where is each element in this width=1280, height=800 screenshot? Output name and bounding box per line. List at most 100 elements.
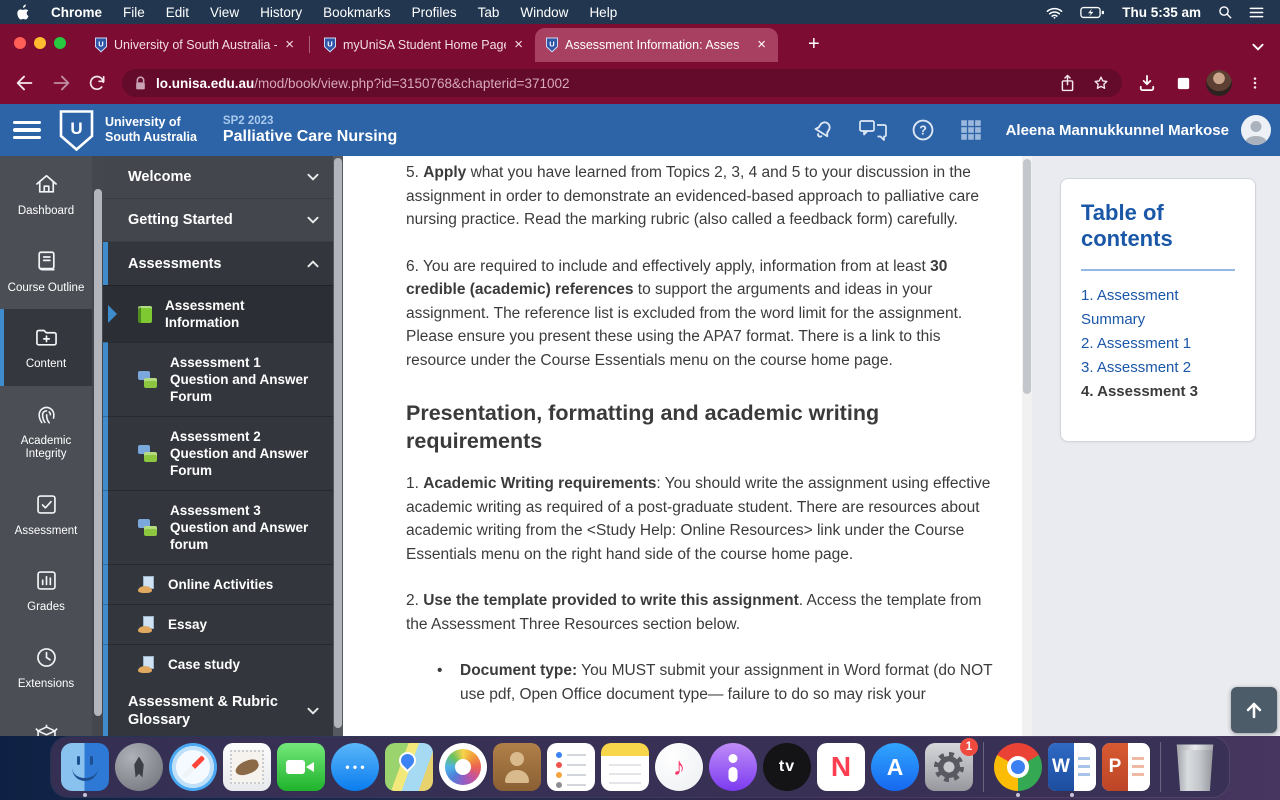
toc-link-2-assessment-1[interactable]: 2. Assessment 1	[1081, 332, 1235, 356]
share-icon[interactable]	[1059, 74, 1076, 93]
menu-item-edit[interactable]: Edit	[166, 5, 189, 20]
toc-link-3-assessment-2[interactable]: 3. Assessment 2	[1081, 356, 1235, 380]
dock-photos-icon[interactable]	[439, 743, 487, 791]
menu-section-getting-started[interactable]: Getting Started	[103, 199, 333, 242]
dock-messages-icon[interactable]	[331, 743, 379, 791]
menu-section-assessments[interactable]: Assessments	[103, 242, 333, 285]
dock-appstore-icon[interactable]	[871, 743, 919, 791]
dock-reminders-icon[interactable]	[547, 743, 595, 791]
dock-launchpad-icon[interactable]	[115, 743, 163, 791]
dock-powerpoint-icon[interactable]	[1102, 743, 1150, 791]
course-code: SP2 2023	[222, 114, 274, 127]
toc-link-1-assessment-summary[interactable]: 1. Assessment Summary	[1081, 284, 1235, 332]
menu-section-assessment-rubric-glossary[interactable]: Assessment & Rubric Glossary	[103, 684, 333, 736]
apple-menu-icon[interactable]	[16, 4, 30, 21]
forward-button[interactable]	[46, 68, 76, 98]
side-panel-button[interactable]	[1168, 68, 1198, 98]
menu-item-case-study[interactable]: Case study	[103, 644, 333, 684]
browser-tab-1[interactable]: U University of South Australia - ×	[84, 28, 306, 62]
user-name[interactable]: Aleena Mannukkunnel Markose	[1006, 122, 1229, 139]
menu-item-window[interactable]: Window	[520, 5, 568, 20]
menu-item-assessment-information[interactable]: Assessment Information	[103, 285, 333, 342]
menu-bar-clock[interactable]: Thu 5:35 am	[1122, 5, 1201, 20]
menu-item-file[interactable]: File	[123, 5, 145, 20]
back-button[interactable]	[10, 68, 40, 98]
sidebar-item-resources[interactable]: Resources	[0, 705, 92, 736]
menu-item-online-activities[interactable]: Online Activities	[103, 564, 333, 604]
sidebar-item-content[interactable]: Content	[0, 309, 92, 386]
dock-safari-icon[interactable]	[169, 743, 217, 791]
menu-section-welcome[interactable]: Welcome	[103, 156, 333, 199]
menu-item-tab[interactable]: Tab	[478, 5, 500, 20]
dock-notes-icon[interactable]	[601, 743, 649, 791]
tab-close-icon[interactable]: ×	[282, 37, 297, 52]
sidebar-item-course-outline[interactable]: Course Outline	[0, 233, 92, 310]
dock-news-icon[interactable]	[817, 743, 865, 791]
sidebar-scrollbar-thumb[interactable]	[334, 158, 342, 728]
notifications-bell-icon[interactable]	[810, 117, 836, 143]
svg-text:U: U	[549, 40, 554, 49]
menu-item-essay[interactable]: Essay	[103, 604, 333, 644]
browser-tab-2[interactable]: UmyUniSA Student Home Page ×	[313, 28, 535, 62]
profile-avatar[interactable]	[1204, 68, 1234, 98]
sidebar-scrollbar[interactable]	[333, 156, 343, 736]
zoom-window-button[interactable]	[54, 37, 66, 49]
rail-scrollbar[interactable]	[92, 156, 103, 736]
spotlight-search-icon[interactable]	[1218, 5, 1232, 19]
reload-button[interactable]	[82, 68, 112, 98]
menu-item-profiles[interactable]: Profiles	[412, 5, 457, 20]
content-scrollbar-thumb[interactable]	[1023, 159, 1031, 394]
rail-scrollbar-thumb[interactable]	[93, 189, 102, 716]
new-tab-button[interactable]: +	[808, 34, 820, 54]
dock-settings-icon[interactable]: 1	[925, 738, 978, 791]
tab-search-chevron-icon[interactable]	[1252, 43, 1264, 51]
unisa-logo[interactable]: U	[58, 109, 95, 152]
wifi-icon[interactable]	[1046, 6, 1063, 19]
battery-icon[interactable]	[1080, 6, 1105, 19]
bookmark-star-icon[interactable]	[1092, 74, 1110, 92]
close-window-button[interactable]	[14, 37, 26, 49]
dock-chrome-icon[interactable]	[994, 743, 1042, 797]
help-icon[interactable]: ?	[910, 117, 936, 143]
content-scrollbar[interactable]	[1022, 156, 1032, 736]
chrome-menu-button[interactable]	[1240, 68, 1270, 98]
menu-item-history[interactable]: History	[260, 5, 302, 20]
menu-item-help[interactable]: Help	[589, 5, 617, 20]
control-center-icon[interactable]	[1249, 6, 1264, 19]
address-bar[interactable]: lo.unisa.edu.au /mod/book/view.php?id=31…	[122, 69, 1122, 97]
dock-maps-icon[interactable]	[385, 743, 433, 791]
apps-grid-icon[interactable]	[958, 117, 984, 143]
menu-item-chrome[interactable]: Chrome	[51, 5, 102, 20]
svg-text:U: U	[98, 40, 103, 49]
downloads-button[interactable]	[1132, 68, 1162, 98]
browser-tab-3[interactable]: U Assessment Information: Asses ×	[535, 28, 778, 62]
toc-link-4-assessment-3[interactable]: 4. Assessment 3	[1081, 380, 1235, 404]
sidebar-item-dashboard[interactable]: Dashboard	[0, 156, 92, 233]
dock-appletv-icon[interactable]	[763, 743, 811, 791]
minimize-window-button[interactable]	[34, 37, 46, 49]
scroll-to-top-button[interactable]	[1231, 687, 1277, 733]
dock-music-icon[interactable]	[655, 743, 703, 791]
menu-item-view[interactable]: View	[210, 5, 239, 20]
dock-trash-icon[interactable]	[1171, 743, 1219, 791]
user-avatar[interactable]	[1241, 115, 1271, 145]
tab-close-icon[interactable]: ×	[754, 37, 769, 52]
sidebar-item-grades[interactable]: Grades	[0, 552, 92, 629]
tab-close-icon[interactable]: ×	[511, 37, 526, 52]
sidebar-item-academic-integrity[interactable]: Academic Integrity	[0, 386, 92, 476]
menu-item-bookmarks[interactable]: Bookmarks	[323, 5, 391, 20]
dock-contacts-icon[interactable]	[493, 743, 541, 791]
dock-word-icon[interactable]	[1048, 743, 1096, 797]
dock-podcasts-icon[interactable]	[709, 743, 757, 791]
dock-mail-icon[interactable]	[223, 743, 271, 791]
sidebar-item-assessment[interactable]: Assessment	[0, 476, 92, 553]
messages-bubbles-icon[interactable]	[858, 118, 888, 142]
sidebar-item-extensions[interactable]: Extensions	[0, 629, 92, 706]
hamburger-menu-button[interactable]	[13, 121, 41, 139]
menu-item-assessment-2-question-and-answer-forum[interactable]: Assessment 2 Question and Answer Forum	[103, 416, 333, 490]
menu-item-assessment-3-question-and-answer-forum[interactable]: Assessment 3 Question and Answer forum	[103, 490, 333, 564]
menu-item-assessment-1-question-and-answer-forum[interactable]: Assessment 1 Question and Answer Forum	[103, 342, 333, 416]
dock-finder-icon[interactable]	[61, 743, 109, 797]
dock-facetime-icon[interactable]	[277, 743, 325, 791]
powerpoint-app-icon	[1102, 743, 1150, 791]
